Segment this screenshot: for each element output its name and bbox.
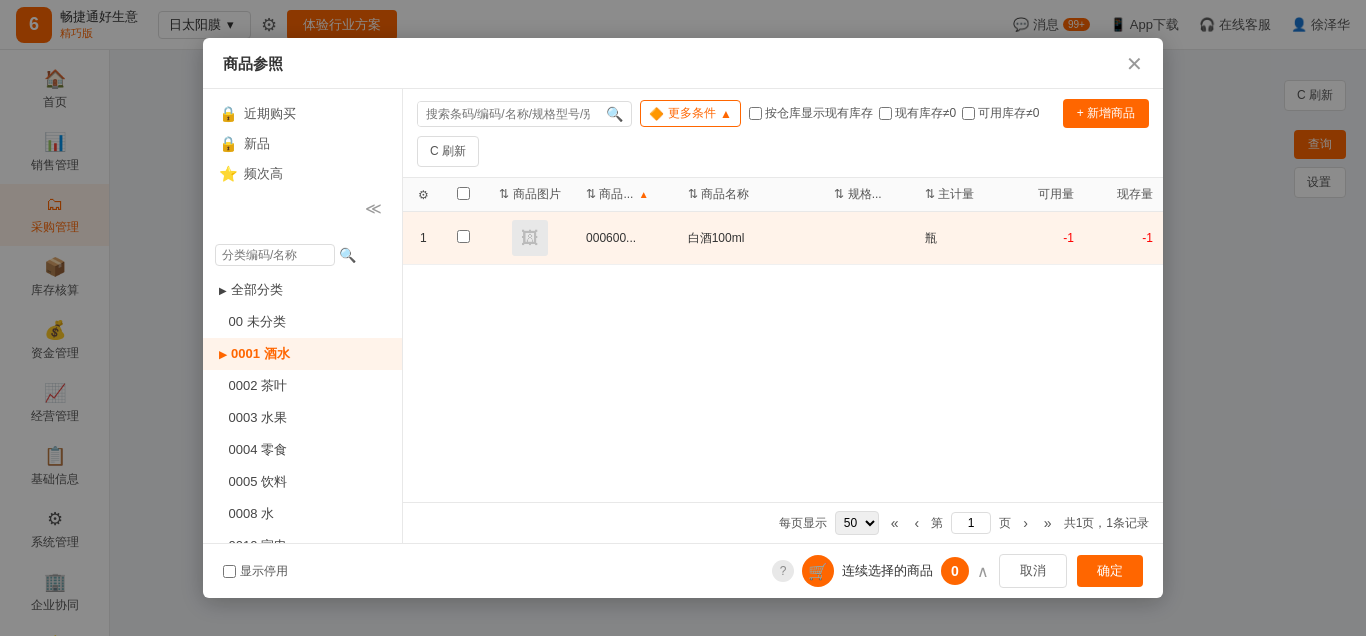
cat-tea[interactable]: 0002 茶叶 xyxy=(203,370,402,402)
col-spec-header[interactable]: ⇅ 规格... xyxy=(824,178,914,212)
category-list: ▶ 全部分类 00 未分类 ▶ 0001 酒水 0002 茶叶 xyxy=(203,270,402,543)
modal-toolbar: 🔍 🔶 更多条件 ▲ 按仓库显示现有库存 xyxy=(403,89,1163,178)
col-name-header[interactable]: ⇅ 商品名称 xyxy=(678,178,825,212)
nav-new-products[interactable]: 🔒 新品 xyxy=(203,129,402,159)
page-number-input[interactable] xyxy=(951,512,991,534)
cat-all[interactable]: ▶ 全部分类 xyxy=(203,274,402,306)
filter-checkboxes: 按仓库显示现有库存 现有库存≠0 可用库存≠0 xyxy=(749,105,1040,122)
cat-snacks[interactable]: 0004 零食 xyxy=(203,434,402,466)
category-search-area: 🔍 xyxy=(203,240,402,270)
cancel-button[interactable]: 取消 xyxy=(999,554,1067,588)
row-unit: 瓶 xyxy=(915,212,994,265)
col-settings: ⚙ xyxy=(403,178,444,212)
product-search-button[interactable]: 🔍 xyxy=(598,102,631,126)
cart-area: ? 🛒 连续选择的商品 0 ∧ xyxy=(772,555,989,587)
page-next-button[interactable]: › xyxy=(1019,513,1032,533)
cat-appliance[interactable]: 0010 家电 xyxy=(203,530,402,543)
col-code-header[interactable]: ⇅ 商品... ▲ xyxy=(576,178,678,212)
nav-frequent[interactable]: ⭐ 频次高 xyxy=(203,159,402,189)
cart-icon: 🛒 xyxy=(802,555,834,587)
cb-warehouse-stock-input[interactable] xyxy=(749,107,762,120)
category-search-button[interactable]: 🔍 xyxy=(339,247,356,263)
cart-count: 0 xyxy=(941,557,969,585)
cat-uncategorized[interactable]: 00 未分类 xyxy=(203,306,402,338)
row-name: 白酒100ml xyxy=(678,212,825,265)
cb-stock-nonzero-input[interactable] xyxy=(879,107,892,120)
lock-icon-2: 🔒 xyxy=(219,135,238,153)
product-table: ⚙ ⇅ 商品图片 ⇅ xyxy=(403,178,1163,265)
cat-drinks[interactable]: 0005 饮料 xyxy=(203,466,402,498)
per-page-select[interactable]: 50 xyxy=(835,511,879,535)
page-prev-button[interactable]: ‹ xyxy=(911,513,924,533)
cb-avail-nonzero-input[interactable] xyxy=(962,107,975,120)
product-image-placeholder: 🖼 xyxy=(512,220,548,256)
table-row[interactable]: 1 🖼 xyxy=(403,212,1163,265)
category-search-input[interactable] xyxy=(215,244,335,266)
col-stock-header[interactable]: 现存量 xyxy=(1084,178,1163,212)
refresh-button[interactable]: C 刷新 xyxy=(417,136,479,167)
table-body: 1 🖼 xyxy=(403,212,1163,265)
total-records: 共1页，1条记录 xyxy=(1064,515,1149,532)
row-checkbox[interactable] xyxy=(457,230,470,243)
row-avail: -1 xyxy=(994,212,1084,265)
add-product-button[interactable]: + 新增商品 xyxy=(1063,99,1149,128)
show-disabled-checkbox[interactable] xyxy=(223,565,236,578)
product-reference-modal: 商品参照 ✕ 🔒 近期购买 🔒 新品 ⭐ 频次高 ≪ xyxy=(203,38,1163,598)
confirm-button[interactable]: 确定 xyxy=(1077,555,1143,587)
col-img-header: ⇅ 商品图片 xyxy=(484,178,576,212)
modal-footer: 显示停用 ? 🛒 连续选择的商品 0 ∧ 取消 确定 xyxy=(203,543,1163,598)
cart-label: 连续选择的商品 xyxy=(842,562,933,580)
select-all-checkbox[interactable] xyxy=(457,187,470,200)
modal-left-panel: 🔒 近期购买 🔒 新品 ⭐ 频次高 ≪ 🔍 xyxy=(203,89,403,543)
modal-header: 商品参照 ✕ xyxy=(203,38,1163,89)
col-avail-header[interactable]: 可用量 xyxy=(994,178,1084,212)
col-unit-header[interactable]: ⇅ 主计量 xyxy=(915,178,994,212)
row-stock: -1 xyxy=(1084,212,1163,265)
help-icon[interactable]: ? xyxy=(772,560,794,582)
modal-right-panel: 🔍 🔶 更多条件 ▲ 按仓库显示现有库存 xyxy=(403,89,1163,543)
cb-avail-nonzero[interactable]: 可用库存≠0 xyxy=(962,105,1039,122)
modal-title: 商品参照 xyxy=(223,55,283,74)
product-search-input[interactable] xyxy=(418,102,598,126)
cat-fruit[interactable]: 0003 水果 xyxy=(203,402,402,434)
modal-body: 🔒 近期购买 🔒 新品 ⭐ 频次高 ≪ 🔍 xyxy=(203,89,1163,543)
row-spec xyxy=(824,212,914,265)
modal-close-button[interactable]: ✕ xyxy=(1126,52,1143,76)
table-header: ⚙ ⇅ 商品图片 ⇅ xyxy=(403,178,1163,212)
nav-recent-purchase[interactable]: 🔒 近期购买 xyxy=(203,99,402,129)
lock-icon-1: 🔒 xyxy=(219,105,238,123)
collapse-button[interactable]: ≪ xyxy=(361,195,386,222)
pagination-bar: 每页显示 50 « ‹ 第 页 › » 共1页，1条记录 xyxy=(403,502,1163,543)
cb-warehouse-stock[interactable]: 按仓库显示现有库存 xyxy=(749,105,873,122)
page-last-button[interactable]: » xyxy=(1040,513,1056,533)
col-check-header xyxy=(444,178,485,212)
row-code: 000600... xyxy=(576,212,678,265)
cat-liquor[interactable]: ▶ 0001 酒水 xyxy=(203,338,402,370)
star-icon: ⭐ xyxy=(219,165,238,183)
cb-stock-nonzero[interactable]: 现有库存≠0 xyxy=(879,105,956,122)
cat-water[interactable]: 0008 水 xyxy=(203,498,402,530)
row-check[interactable] xyxy=(444,212,485,265)
row-img: 🖼 xyxy=(484,212,576,265)
product-search-box: 🔍 xyxy=(417,101,632,127)
expand-cart-button[interactable]: ∧ xyxy=(977,562,989,581)
modal-overlay: 商品参照 ✕ 🔒 近期购买 🔒 新品 ⭐ 频次高 ≪ xyxy=(0,0,1366,636)
product-table-wrap: ⚙ ⇅ 商品图片 ⇅ xyxy=(403,178,1163,502)
page-first-button[interactable]: « xyxy=(887,513,903,533)
row-num: 1 xyxy=(403,212,444,265)
show-disabled-label[interactable]: 显示停用 xyxy=(223,563,288,580)
more-filter-button[interactable]: 🔶 更多条件 ▲ xyxy=(640,100,741,127)
